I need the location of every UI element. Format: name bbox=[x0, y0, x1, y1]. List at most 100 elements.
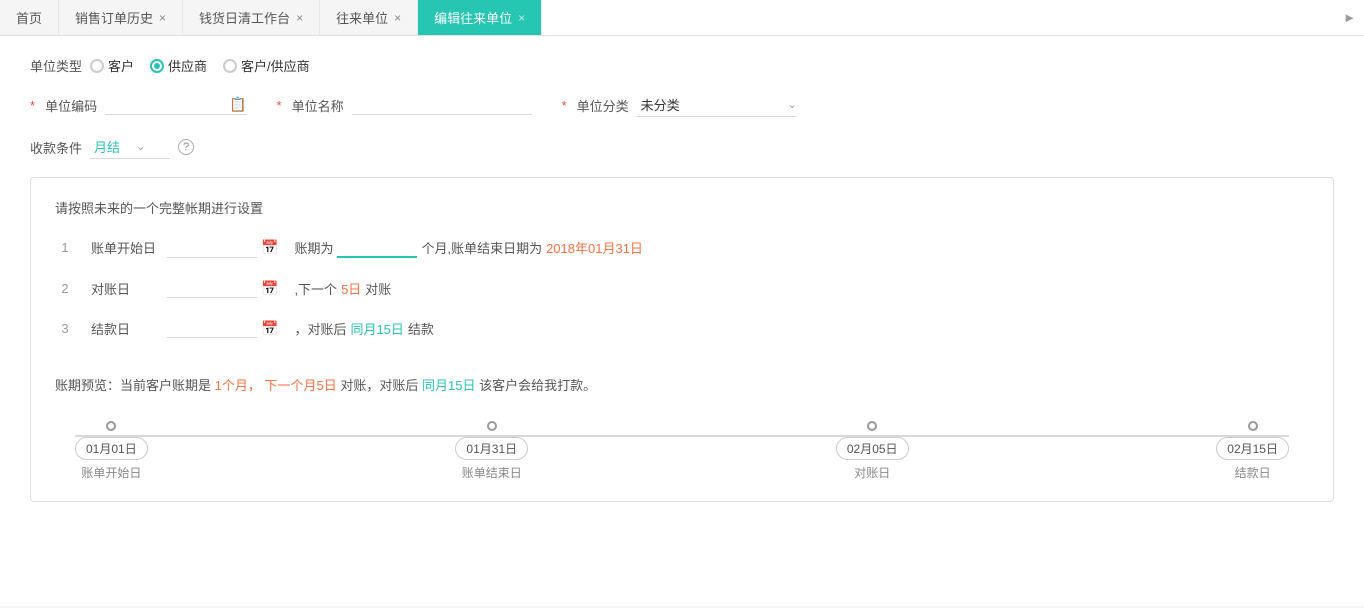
unit-type-row: 单位类型 客户 供应商 客户/供应商 bbox=[30, 56, 1334, 75]
preview-end: 该客户会给我打款。 bbox=[479, 378, 596, 393]
unit-type-label: 单位类型 bbox=[30, 56, 82, 75]
tab-home-label: 首页 bbox=[16, 8, 42, 27]
row1-desc-prefix: 账期为 bbox=[294, 238, 333, 257]
preview-part2: 下一个月5日 bbox=[265, 378, 337, 393]
row3-calendar-icon[interactable]: 📅 bbox=[261, 320, 278, 337]
close-sales-history-icon[interactable]: × bbox=[159, 11, 166, 25]
timeline-label-0: 账单开始日 bbox=[81, 464, 141, 481]
radio-both[interactable]: 客户/供应商 bbox=[223, 56, 310, 75]
tab-home[interactable]: 首页 bbox=[0, 0, 59, 35]
payment-label: 收款条件 bbox=[30, 138, 82, 157]
payment-select[interactable]: 月结 ⌄ bbox=[90, 135, 170, 159]
unit-info-row: * 单位编码 000001 📋 * 单位名称 河南供应商22 * 单位分类 未分… bbox=[30, 93, 1334, 117]
tab-cashflow[interactable]: 钱货日清工作台 × bbox=[183, 0, 320, 35]
unit-code-group: * 单位编码 000001 📋 bbox=[30, 95, 247, 115]
row3-desc-suffix: 结款 bbox=[408, 319, 434, 338]
preview-mid: 对账，对账后 bbox=[340, 378, 418, 393]
row-payment-date: 3 结款日 2018-02-15 📅 ，对账后 同月15日 结款 bbox=[55, 318, 1309, 338]
main-content: 单位类型 客户 供应商 客户/供应商 * 单位编码 bbox=[0, 36, 1364, 606]
radio-customer-circle bbox=[90, 59, 104, 73]
unit-type-radio-group: 客户 供应商 客户/供应商 bbox=[90, 56, 310, 75]
tab-edit-partner[interactable]: 编辑往来单位 × bbox=[418, 0, 542, 35]
unit-name-group: * 单位名称 河南供应商22 bbox=[277, 95, 532, 115]
payment-row: 收款条件 月结 ⌄ ? bbox=[30, 135, 1334, 159]
preview-section: 账期预览：当前客户账期是 1个月， 下一个月5日 对账，对账后 同月15日 该客… bbox=[55, 358, 1309, 417]
row1-label: 账单开始日 bbox=[91, 238, 151, 257]
radio-customer[interactable]: 客户 bbox=[90, 56, 134, 75]
timeline-dot-2 bbox=[867, 421, 877, 431]
unit-category-value: 未分类 bbox=[637, 93, 684, 116]
timeline-dot-1 bbox=[487, 421, 497, 431]
timeline-label-2: 对账日 bbox=[854, 464, 890, 481]
timeline-badge-1: 01月31日 bbox=[455, 437, 528, 460]
unit-code-input[interactable]: 000001 bbox=[105, 95, 225, 114]
payment-group: 收款条件 月结 ⌄ ? bbox=[30, 135, 194, 159]
unit-category-label: 单位分类 bbox=[577, 96, 629, 115]
tab-partners-label: 往来单位 bbox=[336, 8, 388, 27]
row1-calendar-icon[interactable]: 📅 bbox=[261, 239, 278, 256]
row1-date-input[interactable]: 2018-01-01 bbox=[167, 238, 257, 258]
unit-category-select[interactable]: 未分类 ⌄ bbox=[637, 93, 797, 117]
row1-number: 1 bbox=[55, 240, 75, 255]
row1-desc: 账期为 1 个月,账单结束日期为 2018年01月31日 bbox=[294, 237, 642, 258]
row1-highlight: 2018年01月31日 bbox=[546, 238, 643, 257]
timeline-badge-2: 02月05日 bbox=[836, 437, 909, 460]
row1-date-group: 2018-01-01 📅 bbox=[167, 238, 278, 258]
timeline-badge-3: 02月15日 bbox=[1216, 437, 1289, 460]
unit-name-label: 单位名称 bbox=[292, 96, 344, 115]
tab-sales-history[interactable]: 销售订单历史 × bbox=[59, 0, 183, 35]
tab-edit-partner-label: 编辑往来单位 bbox=[434, 8, 512, 27]
row1-desc-suffix: 个月,账单结束日期为 bbox=[421, 238, 542, 257]
row2-desc-suffix: 对账 bbox=[365, 279, 391, 298]
payment-help-icon[interactable]: ? bbox=[178, 139, 194, 155]
radio-supplier-circle bbox=[150, 59, 164, 73]
unit-name-star: * bbox=[277, 98, 282, 113]
unit-category-group: * 单位分类 未分类 ⌄ bbox=[562, 93, 797, 117]
row3-number: 3 bbox=[55, 321, 75, 336]
unit-name-input[interactable]: 河南供应商22 bbox=[352, 95, 532, 115]
timeline-nodes: 01月01日 账单开始日 01月31日 账单结束日 02月05日 对账日 02月… bbox=[75, 421, 1289, 481]
row-start-date: 1 账单开始日 2018-01-01 📅 账期为 1 个月,账单结束日期为 20… bbox=[55, 237, 1309, 258]
row2-number: 2 bbox=[55, 281, 75, 296]
period-input[interactable]: 1 bbox=[337, 237, 417, 258]
timeline-label-1: 账单结束日 bbox=[462, 464, 522, 481]
radio-supplier-label: 供应商 bbox=[168, 56, 207, 75]
tab-partners[interactable]: 往来单位 × bbox=[320, 0, 418, 35]
row2-date-input[interactable]: 2018-02-05 bbox=[167, 278, 257, 298]
timeline-badge-0: 01月01日 bbox=[75, 437, 148, 460]
tab-expand-icon[interactable]: ► bbox=[1335, 0, 1364, 35]
unit-type-group: 单位类型 客户 供应商 客户/供应商 bbox=[30, 56, 310, 75]
unit-category-star: * bbox=[562, 98, 567, 113]
row3-desc: ，对账后 同月15日 结款 bbox=[294, 319, 434, 338]
tab-sales-history-label: 销售订单历史 bbox=[75, 8, 153, 27]
row2-date-group: 2018-02-05 📅 bbox=[167, 278, 278, 298]
row2-desc: ,下一个 5日 对账 bbox=[294, 279, 391, 298]
row2-desc-prefix: ,下一个 bbox=[294, 279, 337, 298]
timeline-label-3: 结款日 bbox=[1235, 464, 1271, 481]
close-edit-partner-icon[interactable]: × bbox=[518, 11, 525, 25]
row2-calendar-icon[interactable]: 📅 bbox=[261, 280, 278, 297]
timeline-node-2: 02月05日 对账日 bbox=[836, 421, 909, 481]
radio-customer-label: 客户 bbox=[108, 56, 134, 75]
tab-cashflow-label: 钱货日清工作台 bbox=[199, 8, 290, 27]
close-partners-icon[interactable]: × bbox=[394, 11, 401, 25]
unit-code-label: 单位编码 bbox=[45, 96, 97, 115]
radio-both-label: 客户/供应商 bbox=[241, 56, 310, 75]
row3-date-input[interactable]: 2018-02-15 bbox=[167, 318, 257, 338]
timeline-dot-0 bbox=[106, 421, 116, 431]
payment-chevron-icon: ⌄ bbox=[136, 140, 145, 153]
row3-highlight: 同月15日 bbox=[350, 319, 403, 338]
radio-both-circle bbox=[223, 59, 237, 73]
row2-label: 对账日 bbox=[91, 279, 151, 298]
row3-date-group: 2018-02-15 📅 bbox=[167, 318, 278, 338]
unit-code-copy-icon[interactable]: 📋 bbox=[229, 96, 246, 113]
unit-code-input-group: 000001 📋 bbox=[105, 95, 246, 115]
settings-section: 请按照未来的一个完整帐期进行设置 1 账单开始日 2018-01-01 📅 账期… bbox=[30, 177, 1334, 502]
row-reconcile-date: 2 对账日 2018-02-05 📅 ,下一个 5日 对账 bbox=[55, 278, 1309, 298]
timeline: 01月01日 账单开始日 01月31日 账单结束日 02月05日 对账日 02月… bbox=[55, 421, 1309, 481]
radio-supplier[interactable]: 供应商 bbox=[150, 56, 207, 75]
close-cashflow-icon[interactable]: × bbox=[296, 11, 303, 25]
tab-bar: 首页 销售订单历史 × 钱货日清工作台 × 往来单位 × 编辑往来单位 × ► bbox=[0, 0, 1364, 36]
timeline-dot-3 bbox=[1248, 421, 1258, 431]
unit-code-star: * bbox=[30, 98, 35, 113]
